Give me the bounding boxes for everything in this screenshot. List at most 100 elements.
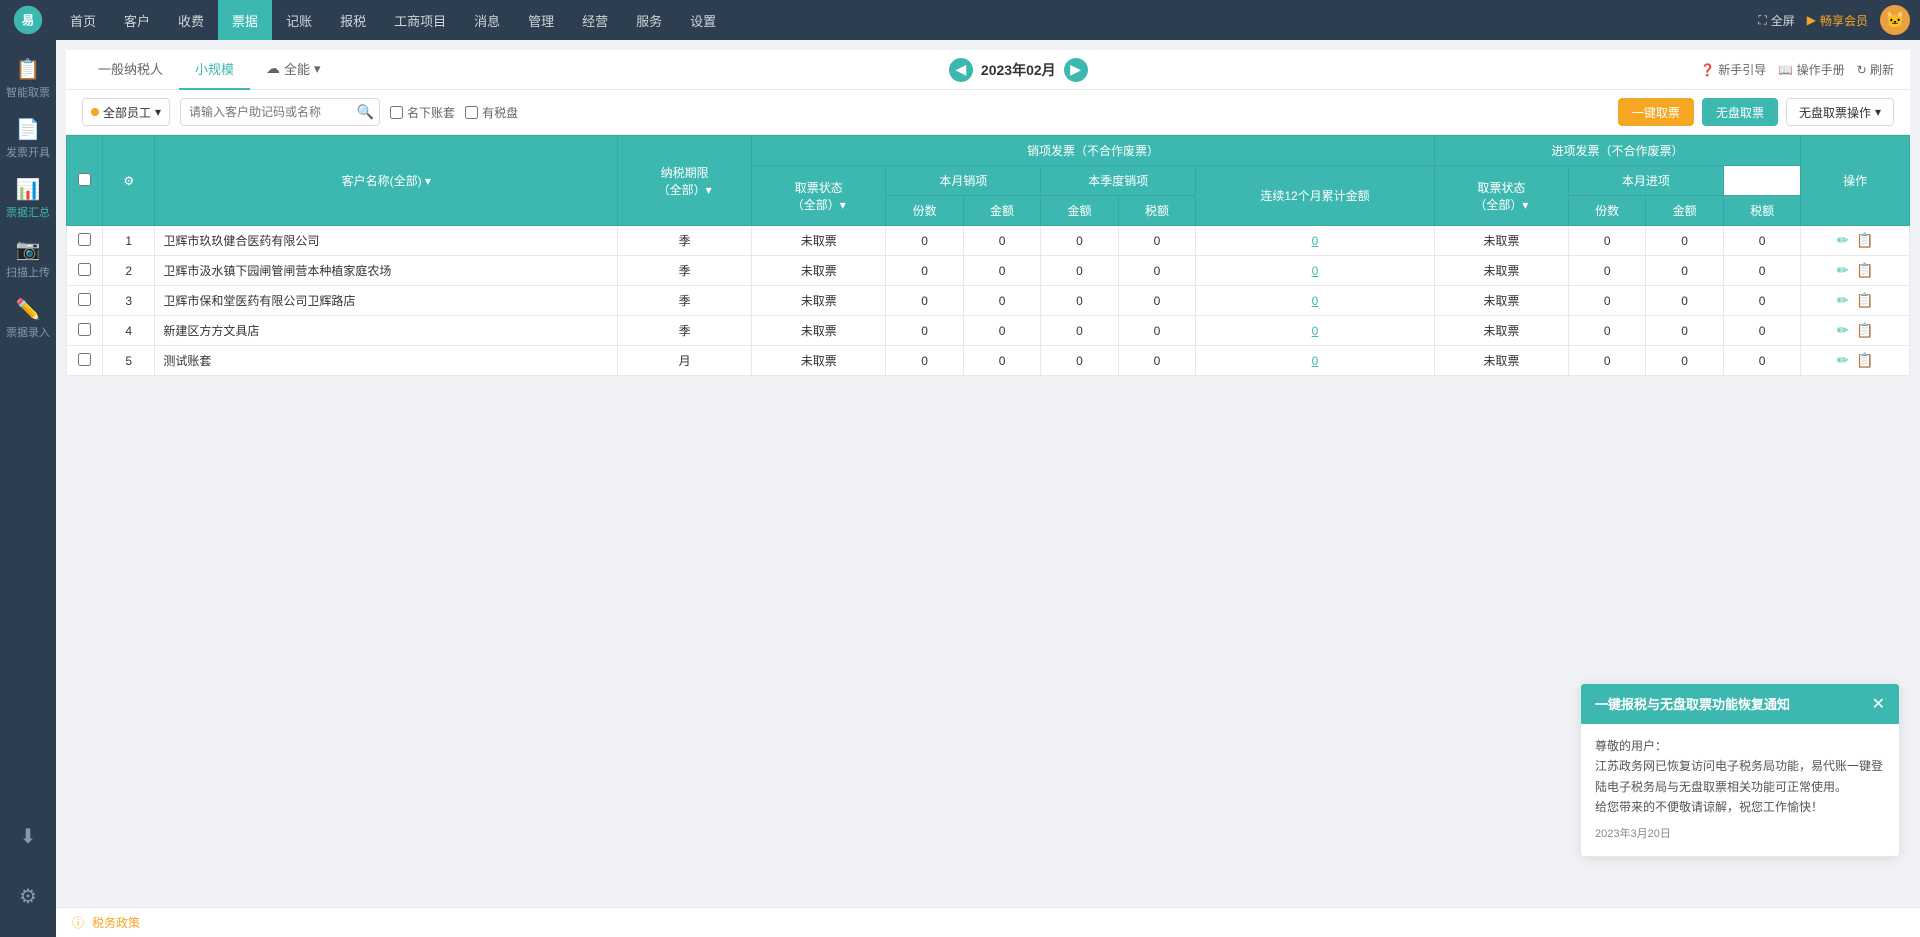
nav-message[interactable]: 消息 <box>460 0 514 40</box>
row-checkbox[interactable] <box>78 353 91 366</box>
header-sales-status[interactable]: 取票状态（全部）▾ <box>752 166 886 226</box>
sidebar-item-download[interactable]: ⬇ <box>0 807 56 867</box>
date-next-button[interactable]: ▶ <box>1064 58 1088 82</box>
table-row: 5 测试账套 月 未取票 0 0 0 0 0 未取票 0 0 0 ✏ 📋 <box>67 346 1910 376</box>
row-checkbox[interactable] <box>78 293 91 306</box>
one-click-ticket-btn[interactable]: 一键取票 <box>1618 98 1694 126</box>
nav-home[interactable]: 首页 <box>56 0 110 40</box>
my-accounts-filter[interactable]: 名下账套 <box>390 104 455 121</box>
view-icon[interactable]: 📋 <box>1856 232 1873 248</box>
manual-btn[interactable]: 📖 操作手册 <box>1778 61 1844 78</box>
vip-btn[interactable]: ▶ 畅享会员 <box>1807 12 1868 29</box>
nav-business[interactable]: 工商项目 <box>380 0 460 40</box>
row-cumulative[interactable]: 0 <box>1196 316 1435 346</box>
notification-body: 尊敬的用户： 江苏政务网已恢复访问电子税务局功能，易代账一键登陆电子税务局与无盘… <box>1581 724 1899 856</box>
edit-icon[interactable]: ✏ <box>1837 292 1849 308</box>
date-prev-button[interactable]: ◀ <box>949 58 973 82</box>
notification-close-button[interactable]: ✕ <box>1872 694 1885 714</box>
tax-disk-checkbox[interactable] <box>465 106 478 119</box>
row-purchase-status: 未取票 <box>1434 226 1568 256</box>
row-quarter-tax: 0 <box>1118 316 1195 346</box>
employee-filter[interactable]: 全部员工 ▾ <box>82 98 170 126</box>
search-button[interactable]: 🔍 <box>357 104 374 121</box>
header-customer-name[interactable]: 客户名称(全部) ▾ <box>155 136 618 226</box>
no-disk-op-label: 无盘取票操作 <box>1799 104 1871 121</box>
row-cumulative[interactable]: 0 <box>1196 256 1435 286</box>
row-cumulative[interactable]: 0 <box>1196 346 1435 376</box>
row-actions: ✏ 📋 <box>1801 256 1910 286</box>
nav-operation[interactable]: 经营 <box>568 0 622 40</box>
search-input[interactable] <box>180 98 380 126</box>
nav-invoice[interactable]: 票据 <box>218 0 272 40</box>
fullscreen-btn[interactable]: ⛶ 全屏 <box>1758 12 1794 29</box>
chevron-down-icon: ▾ <box>155 105 161 119</box>
row-check[interactable] <box>67 286 103 316</box>
view-icon[interactable]: 📋 <box>1856 352 1873 368</box>
view-icon[interactable]: 📋 <box>1856 292 1873 308</box>
row-checkbox[interactable] <box>78 323 91 336</box>
row-month-amount: 0 <box>963 346 1040 376</box>
row-purchase-amount: 0 <box>1646 256 1723 286</box>
edit-icon[interactable]: ✏ <box>1837 352 1849 368</box>
row-customer-name: 新建区方方文具店 <box>155 316 618 346</box>
row-check[interactable] <box>67 346 103 376</box>
view-icon[interactable]: 📋 <box>1856 262 1873 278</box>
sidebar-item-invoice-open[interactable]: 📄 发票开具 <box>0 110 56 170</box>
row-purchase-shares: 0 <box>1568 256 1645 286</box>
row-num: 5 <box>103 346 155 376</box>
nav-manage[interactable]: 管理 <box>514 0 568 40</box>
view-icon[interactable]: 📋 <box>1856 322 1873 338</box>
my-accounts-checkbox[interactable] <box>390 106 403 119</box>
nav-settings[interactable]: 设置 <box>676 0 730 40</box>
edit-icon[interactable]: ✏ <box>1837 262 1849 278</box>
row-checkbox[interactable] <box>78 233 91 246</box>
invoice-summary-icon: 📊 <box>16 180 41 200</box>
row-month-shares: 0 <box>886 316 963 346</box>
row-quarter-tax: 0 <box>1118 346 1195 376</box>
header-tax-period[interactable]: 纳税期限（全部）▾ <box>618 136 752 226</box>
nav-tax[interactable]: 报税 <box>326 0 380 40</box>
sidebar-item-entry[interactable]: ✏️ 票据录入 <box>0 290 56 350</box>
row-checkbox[interactable] <box>78 263 91 276</box>
new-guide-btn[interactable]: ❓ 新手引导 <box>1700 61 1766 78</box>
no-disk-ticket-btn[interactable]: 无盘取票 <box>1702 98 1778 126</box>
row-purchase-tax: 0 <box>1723 286 1800 316</box>
row-purchase-amount: 0 <box>1646 226 1723 256</box>
refresh-btn[interactable]: ↻ 刷新 <box>1857 61 1894 78</box>
row-quarter-amount: 0 <box>1041 286 1118 316</box>
edit-icon[interactable]: ✏ <box>1837 322 1849 338</box>
row-check[interactable] <box>67 256 103 286</box>
tax-disk-filter[interactable]: 有税盘 <box>465 104 518 121</box>
row-num: 3 <box>103 286 155 316</box>
tax-policy-link[interactable]: 税务政策 <box>92 914 140 931</box>
sidebar-item-invoice-summary[interactable]: 📊 票据汇总 <box>0 170 56 230</box>
row-actions: ✏ 📋 <box>1801 286 1910 316</box>
sidebar-label-entry: 票据录入 <box>6 324 50 340</box>
nav-customer[interactable]: 客户 <box>110 0 164 40</box>
nav-fee[interactable]: 收费 <box>164 0 218 40</box>
logo[interactable]: 易 <box>10 2 46 38</box>
scan-icon: 📷 <box>16 240 41 260</box>
row-check[interactable] <box>67 316 103 346</box>
row-cumulative[interactable]: 0 <box>1196 286 1435 316</box>
select-all-checkbox[interactable] <box>78 173 91 186</box>
chevron-down-icon: ▾ <box>314 61 321 77</box>
row-check[interactable] <box>67 226 103 256</box>
sidebar-item-smart-ticket[interactable]: 📋 智能取票 <box>0 50 56 110</box>
tab-small-scale[interactable]: 小规模 <box>179 50 250 90</box>
row-sales-status: 未取票 <box>752 316 886 346</box>
nav-bookkeeping[interactable]: 记账 <box>272 0 326 40</box>
row-period: 月 <box>618 346 752 376</box>
row-month-amount: 0 <box>963 256 1040 286</box>
nav-service[interactable]: 服务 <box>622 0 676 40</box>
no-disk-op-btn[interactable]: 无盘取票操作 ▾ <box>1786 98 1894 126</box>
info-icon: ⓘ <box>72 914 84 931</box>
header-purchase-status[interactable]: 取票状态（全部）▾ <box>1434 166 1568 226</box>
sidebar-item-config[interactable]: ⚙ <box>0 867 56 927</box>
edit-icon[interactable]: ✏ <box>1837 232 1849 248</box>
user-avatar[interactable]: 🐱 <box>1880 5 1910 35</box>
row-cumulative[interactable]: 0 <box>1196 226 1435 256</box>
tab-all-capable[interactable]: ☁ 全能 ▾ <box>250 50 337 90</box>
tab-general-taxpayer[interactable]: 一般纳税人 <box>82 50 179 90</box>
sidebar-item-scan[interactable]: 📷 扫描上传 <box>0 230 56 290</box>
